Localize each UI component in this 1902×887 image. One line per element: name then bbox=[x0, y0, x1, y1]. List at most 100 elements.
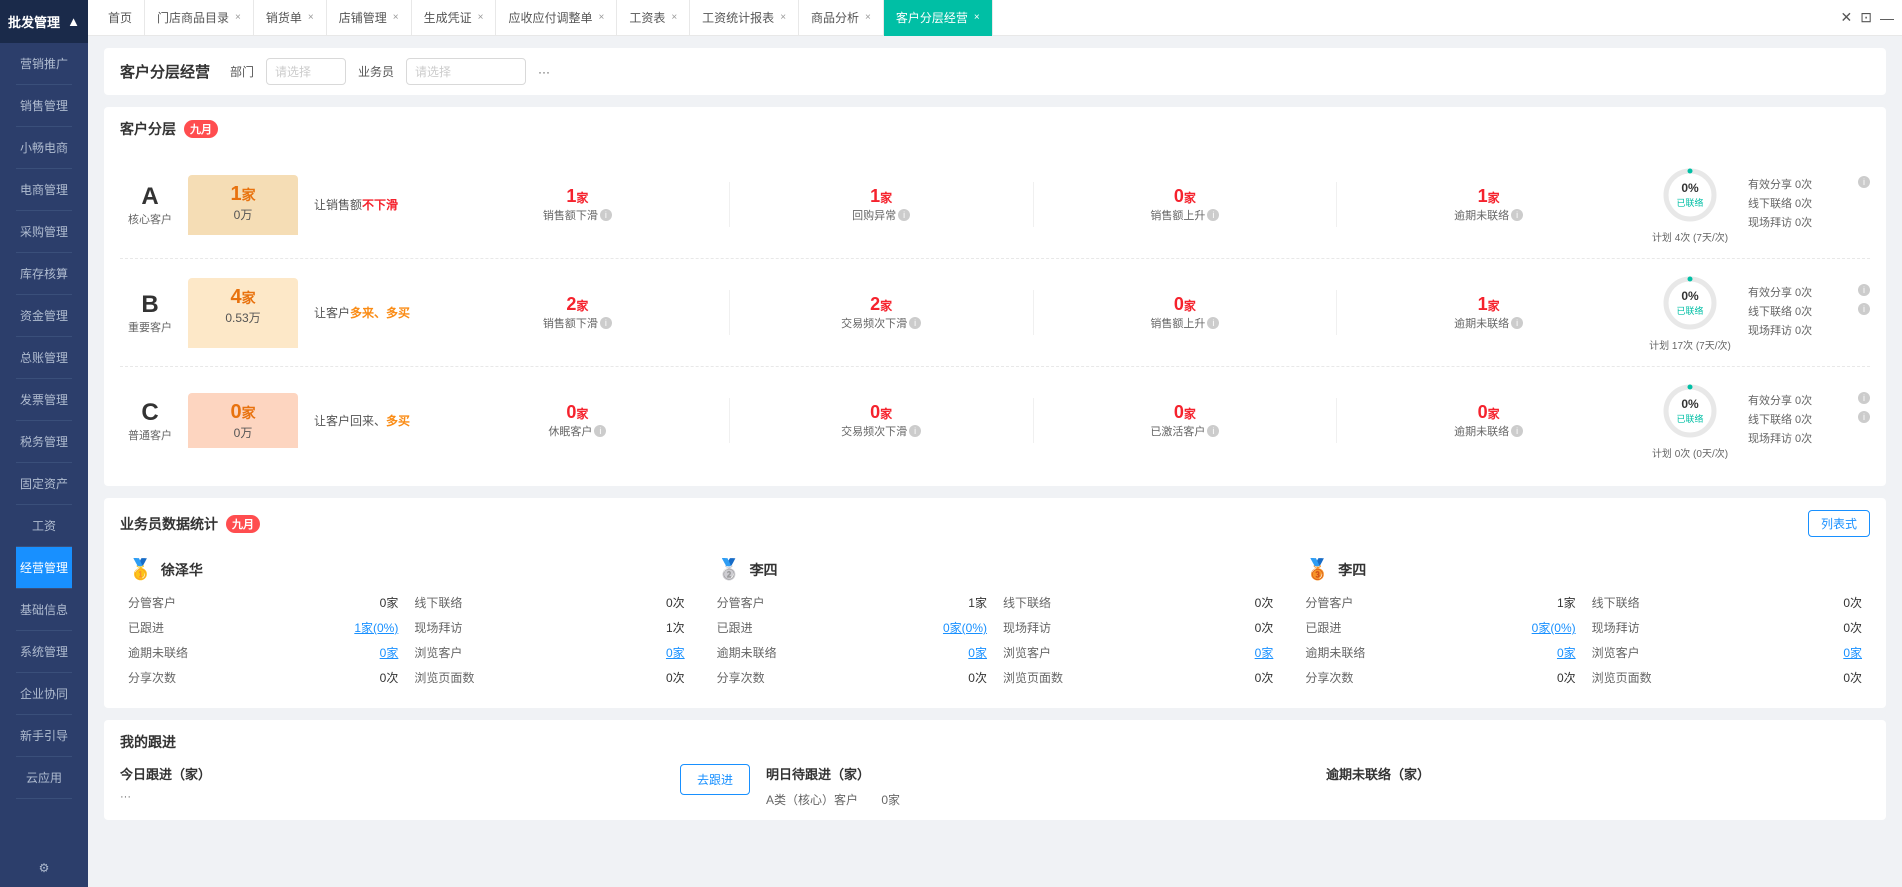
sidebar-header[interactable]: 批发管理 ▲ bbox=[0, 0, 88, 43]
tier-stat-item[interactable]: 1家 逾期未联络 i bbox=[1337, 182, 1640, 227]
info-icon[interactable]: i bbox=[1858, 176, 1870, 188]
tier-name: 普通客户 bbox=[120, 427, 180, 443]
tier-stat-item[interactable]: 0家 逾期未联络 i bbox=[1337, 398, 1640, 443]
tab-生成凭证[interactable]: 生成凭证× bbox=[412, 0, 497, 36]
tab-close-icon[interactable]: × bbox=[671, 12, 677, 23]
info-icon[interactable]: i bbox=[1511, 209, 1523, 221]
tier-stat-item[interactable]: 0家 销售额上升 i bbox=[1034, 182, 1338, 227]
goto-followup-button[interactable]: 去跟进 bbox=[680, 764, 750, 795]
tab-店铺管理[interactable]: 店铺管理× bbox=[327, 0, 412, 36]
tier-stat-item[interactable]: 1家 销售额下滑 i bbox=[426, 182, 730, 227]
sidebar-item-基础信息[interactable]: 基础信息 bbox=[16, 589, 72, 631]
tab-close-icon[interactable]: × bbox=[308, 12, 314, 23]
tab-销货单[interactable]: 销货单× bbox=[254, 0, 327, 36]
tab-close-icon[interactable]: × bbox=[598, 12, 604, 23]
staff-card-李四: 🥈 李四 分管客户 1家 线下联络 0次 已跟进 0家(0%) 现场拜访 0次 … bbox=[709, 549, 1282, 696]
info-icon[interactable]: i bbox=[1511, 425, 1523, 437]
tier-stat-item[interactable]: 2家 交易频次下滑 i bbox=[730, 290, 1034, 335]
info-icon[interactable]: i bbox=[1207, 425, 1219, 437]
tab-工资统计报表[interactable]: 工资统计报表× bbox=[690, 0, 799, 36]
sidebar-item-小畅电商[interactable]: 小畅电商 bbox=[16, 127, 72, 169]
sidebar-item-总账管理[interactable]: 总账管理 bbox=[16, 337, 72, 379]
staff-stat-left-2: 逾期未联络 0家 bbox=[717, 642, 987, 663]
circle-pct: 0% bbox=[1676, 181, 1703, 195]
info-icon[interactable]: i bbox=[898, 209, 910, 221]
sidebar-item-税务管理[interactable]: 税务管理 bbox=[16, 421, 72, 463]
tier-count-B[interactable]: 4家 0.53万 bbox=[188, 278, 298, 348]
info-icon[interactable]: i bbox=[600, 317, 612, 329]
sidebar-item-采购管理[interactable]: 采购管理 bbox=[16, 211, 72, 253]
list-view-button[interactable]: 列表式 bbox=[1808, 510, 1870, 537]
tab-close-icon[interactable]: × bbox=[235, 12, 241, 23]
tab-close-icon[interactable]: × bbox=[393, 12, 399, 23]
info-icon[interactable]: i bbox=[1858, 303, 1870, 315]
info-icon[interactable]: i bbox=[1207, 317, 1219, 329]
tier-stat-item[interactable]: 1家 逾期未联络 i bbox=[1337, 290, 1640, 335]
info-icon[interactable]: i bbox=[1858, 411, 1870, 423]
tier-stat-label: 销售额上升 i bbox=[1042, 207, 1329, 223]
info-icon[interactable]: i bbox=[1207, 209, 1219, 221]
restore-window-icon[interactable]: ⊡ bbox=[1860, 9, 1872, 26]
tier-count-A[interactable]: 1家 0万 bbox=[188, 175, 298, 235]
sidebar-item-新手引导[interactable]: 新手引导 bbox=[16, 715, 72, 757]
info-icon[interactable]: i bbox=[594, 425, 606, 437]
tier-stat-label: 交易频次下滑 i bbox=[738, 423, 1025, 439]
tab-label: 首页 bbox=[108, 9, 132, 26]
info-icon[interactable]: i bbox=[909, 425, 921, 437]
info-icon[interactable]: i bbox=[1858, 284, 1870, 296]
sidebar-item-经营管理[interactable]: 经营管理 bbox=[16, 547, 72, 589]
info-icon[interactable]: i bbox=[1858, 392, 1870, 404]
tier-label-B: B 重要客户 bbox=[120, 291, 180, 335]
tier-stat-item[interactable]: 0家 已激活客户 i bbox=[1034, 398, 1338, 443]
sidebar-item-发票管理[interactable]: 发票管理 bbox=[16, 379, 72, 421]
tab-工资表[interactable]: 工资表× bbox=[617, 0, 690, 36]
tab-close-icon[interactable]: × bbox=[974, 12, 980, 23]
sidebar-settings[interactable]: ⚙ bbox=[0, 849, 88, 887]
tab-门店商品目录[interactable]: 门店商品目录× bbox=[145, 0, 254, 36]
sidebar-item-资金管理[interactable]: 资金管理 bbox=[16, 295, 72, 337]
filter-group: 部门 请选择 业务员 请选择 ··· bbox=[230, 58, 550, 85]
tab-close-icon[interactable]: × bbox=[865, 12, 871, 23]
sidebar-item-电商管理[interactable]: 电商管理 bbox=[16, 169, 72, 211]
staff-label: 业务员 bbox=[358, 63, 394, 80]
info-icon[interactable]: i bbox=[1511, 317, 1523, 329]
sidebar-item-营销推广[interactable]: 营销推广 bbox=[16, 43, 72, 85]
sidebar-item-库存核算[interactable]: 库存核算 bbox=[16, 253, 72, 295]
tier-stat-item[interactable]: 0家 销售额上升 i bbox=[1034, 290, 1338, 335]
tier-stat-item[interactable]: 0家 休眠客户 i bbox=[426, 398, 730, 443]
tier-right-stats: 有效分享 0次 i 线下联络 0次 i 现场拜访 0次 bbox=[1740, 284, 1870, 341]
tab-close-icon[interactable]: × bbox=[780, 12, 786, 23]
staff-stat-right-0: 线下联络 0次 bbox=[1592, 592, 1862, 613]
tier-stat-item[interactable]: 2家 销售额下滑 i bbox=[426, 290, 730, 335]
info-icon[interactable]: i bbox=[909, 317, 921, 329]
tab-bar: 首页门店商品目录×销货单×店铺管理×生成凭证×应收应付调整单×工资表×工资统计报… bbox=[88, 0, 1902, 36]
staff-stat-left-3: 分享次数 0次 bbox=[717, 667, 987, 688]
staff-stat-left-2: 逾期未联络 0家 bbox=[128, 642, 398, 663]
tier-stat-label: 交易频次下滑 i bbox=[738, 315, 1025, 331]
tier-stat-item[interactable]: 0家 交易频次下滑 i bbox=[730, 398, 1034, 443]
sidebar-item-工资[interactable]: 工资 bbox=[16, 505, 72, 547]
staff-stats-grid: 分管客户 1家 线下联络 0次 已跟进 0家(0%) 现场拜访 0次 逾期未联络… bbox=[717, 592, 1274, 688]
sidebar-item-系统管理[interactable]: 系统管理 bbox=[16, 631, 72, 673]
sidebar-toggle-icon[interactable]: ▲ bbox=[67, 14, 80, 29]
sidebar-item-企业协同[interactable]: 企业协同 bbox=[16, 673, 72, 715]
minimize-window-icon[interactable]: — bbox=[1880, 10, 1894, 26]
dept-select[interactable]: 请选择 bbox=[266, 58, 346, 85]
tab-应收应付调整单[interactable]: 应收应付调整单× bbox=[496, 0, 617, 36]
tab-首页[interactable]: 首页 bbox=[96, 0, 145, 36]
tab-客户分层经营[interactable]: 客户分层经营× bbox=[884, 0, 993, 36]
info-icon[interactable]: i bbox=[600, 209, 612, 221]
tier-stat-item[interactable]: 1家 回购异常 i bbox=[730, 182, 1034, 227]
sidebar-item-固定资产[interactable]: 固定资产 bbox=[16, 463, 72, 505]
tier-count-C[interactable]: 0家 0万 bbox=[188, 393, 298, 448]
filter-more[interactable]: ··· bbox=[538, 65, 550, 79]
tier-label-C: C 普通客户 bbox=[120, 399, 180, 443]
staff-select[interactable]: 请选择 bbox=[406, 58, 526, 85]
tab-商品分析[interactable]: 商品分析× bbox=[799, 0, 884, 36]
tomorrow-followup: 明日待跟进（家） A类（核心）客户 0家 bbox=[766, 764, 1310, 808]
sidebar-item-云应用[interactable]: 云应用 bbox=[16, 757, 72, 799]
staff-stats-grid: 分管客户 0家 线下联络 0次 已跟进 1家(0%) 现场拜访 1次 逾期未联络… bbox=[128, 592, 685, 688]
sidebar-item-销售管理[interactable]: 销售管理 bbox=[16, 85, 72, 127]
close-window-icon[interactable]: ✕ bbox=[1841, 9, 1853, 26]
tab-close-icon[interactable]: × bbox=[478, 12, 484, 23]
